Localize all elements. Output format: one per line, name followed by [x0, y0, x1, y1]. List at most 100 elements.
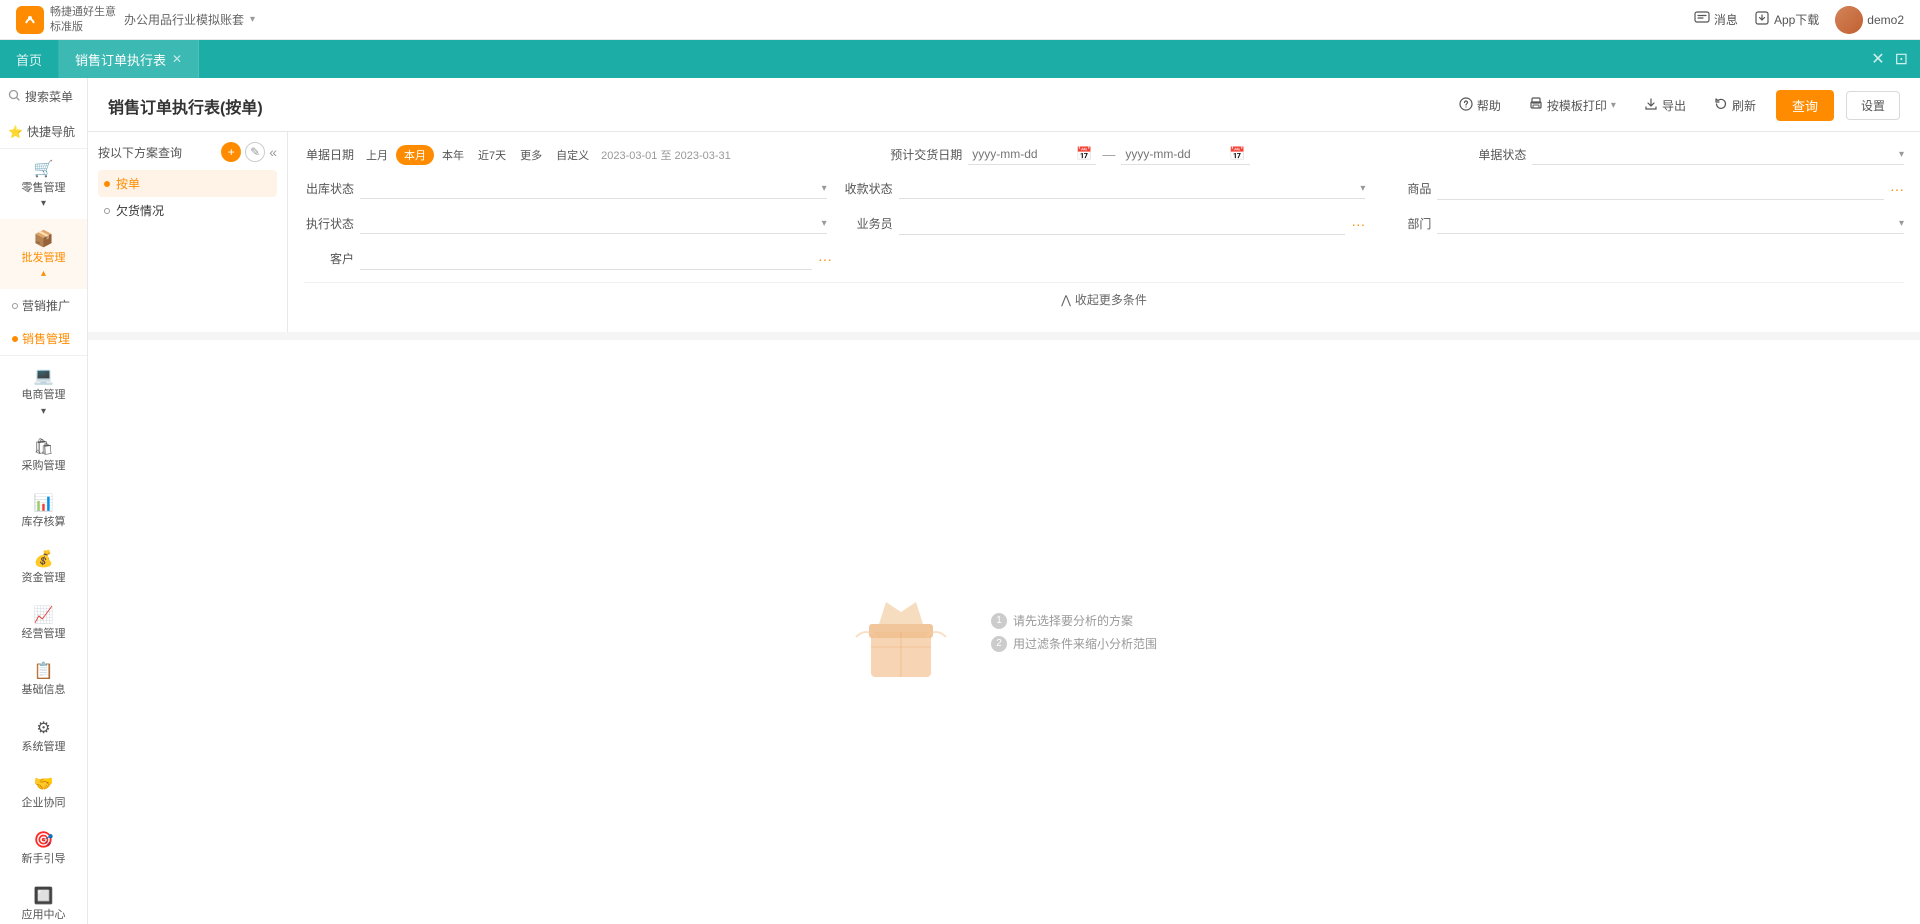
edit-scheme-btn[interactable]: ✎ — [245, 142, 265, 162]
newbie-icon: 🎯 — [34, 830, 54, 850]
goods-more-btn[interactable]: ··· — [1890, 181, 1904, 197]
collection-select[interactable]: ▾ — [899, 179, 1366, 199]
filter-panel-inner: 按以下方案查询 + ✎ « 按单 欠货情况 — [88, 132, 1920, 332]
date-tab-more[interactable]: 更多 — [514, 145, 548, 165]
date-tab-this-month[interactable]: 本月 — [396, 145, 434, 165]
date-tab-custom[interactable]: 自定义 — [550, 145, 595, 165]
print-dropdown-icon: ▾ — [1611, 100, 1616, 111]
sidebar-item-newbie[interactable]: 🎯 新手引导 — [0, 820, 87, 876]
date-tab-7days[interactable]: 近7天 — [472, 145, 512, 165]
tab-restore-icon[interactable]: ⊡ — [1891, 45, 1912, 73]
expected-date-end[interactable] — [1125, 147, 1225, 161]
salesperson-label: 业务员 — [843, 215, 893, 232]
enterprise-icon: 🤝 — [34, 774, 54, 794]
scheme-shortage-label: 欠货情况 — [116, 202, 164, 219]
main-layout: 搜索菜单 ⭐ 快捷导航 🛒 零售管理 ▾ 📦 批发管理 ▴ 营销推广 — [0, 78, 1920, 924]
salesperson-input[interactable] — [899, 212, 1346, 235]
empty-illustration — [851, 582, 951, 682]
help-icon — [1459, 97, 1473, 114]
sidebar-search-section: 搜索菜单 ⭐ 快捷导航 — [0, 78, 87, 149]
path-dropdown-icon[interactable]: ▾ — [250, 14, 255, 25]
marketing-dot — [12, 303, 18, 309]
sidebar-item-operation[interactable]: 📈 经营管理 — [0, 595, 87, 651]
query-btn[interactable]: 查询 — [1776, 90, 1834, 121]
date-calendar-icon-2[interactable]: 📅 — [1229, 146, 1245, 162]
expected-date-end-wrapper: 📅 — [1121, 144, 1249, 165]
message-btn[interactable]: 消息 — [1694, 10, 1738, 29]
tab-close-icon[interactable]: ✕ — [172, 53, 182, 65]
salesperson-more-btn[interactable]: ··· — [1351, 216, 1365, 232]
sidebar-item-basic[interactable]: 📋 基础信息 — [0, 651, 87, 707]
sales-label: 销售管理 — [22, 330, 70, 347]
sidebar-star-icon: ⭐ — [8, 125, 23, 139]
expected-date-start[interactable] — [972, 147, 1072, 161]
basic-label: 基础信息 — [22, 684, 66, 697]
sidebar-subitem-sales[interactable]: 销售管理 — [0, 322, 87, 355]
path-label: 办公用品行业模拟账套 — [124, 11, 244, 28]
filter-row-2: 出库状态 ▾ 收款状态 ▾ — [304, 177, 1904, 200]
sidebar-item-inventory[interactable]: 📊 库存核算 — [0, 483, 87, 539]
date-tab-this-year[interactable]: 本年 — [436, 145, 470, 165]
tab-close-all-icon[interactable]: ✕ — [1867, 45, 1888, 73]
filter-scheme-title: 按以下方案查询 — [98, 144, 182, 161]
refresh-label: 刷新 — [1732, 97, 1756, 114]
print-btn[interactable]: 按模板打印 ▾ — [1521, 93, 1624, 118]
header-right: 消息 App下载 demo2 — [1694, 6, 1904, 34]
refresh-btn[interactable]: 刷新 — [1706, 93, 1764, 118]
retail-label: 零售管理 — [22, 182, 66, 195]
help-btn[interactable]: 帮助 — [1451, 93, 1509, 118]
page-header: 销售订单执行表(按单) 帮助 — [88, 78, 1920, 132]
dept-select[interactable]: ▾ — [1437, 214, 1904, 234]
help-label: 帮助 — [1477, 97, 1501, 114]
customer-more-btn[interactable]: ··· — [818, 251, 832, 267]
collapse-scheme-btn[interactable]: « — [269, 144, 277, 160]
customer-input[interactable] — [360, 247, 812, 270]
sidebar-item-appstore[interactable]: 🔲 应用中心 — [0, 876, 87, 924]
tab-sales-exec[interactable]: 销售订单执行表 ✕ — [59, 40, 199, 78]
tab-home[interactable]: 首页 — [0, 40, 59, 78]
outbound-dropdown-icon: ▾ — [822, 183, 827, 194]
scheme-item-shortage[interactable]: 欠货情况 — [98, 197, 277, 224]
collection-dropdown-icon: ▾ — [1360, 183, 1365, 194]
dept-label: 部门 — [1381, 215, 1431, 232]
user-btn[interactable]: demo2 — [1835, 6, 1904, 34]
date-tab-last-month[interactable]: 上月 — [360, 145, 394, 165]
export-btn[interactable]: 导出 — [1636, 93, 1694, 118]
sidebar-item-system[interactable]: ⚙ 系统管理 — [0, 708, 87, 764]
sidebar-item-enterprise[interactable]: 🤝 企业协同 — [0, 764, 87, 820]
sidebar-item-ecommerce[interactable]: 💻 电商管理 ▾ — [0, 356, 87, 426]
sidebar-item-retail[interactable]: 🛒 零售管理 ▾ — [0, 149, 87, 219]
sidebar: 搜索菜单 ⭐ 快捷导航 🛒 零售管理 ▾ 📦 批发管理 ▴ 营销推广 — [0, 78, 88, 924]
user-label: demo2 — [1867, 13, 1904, 27]
message-icon — [1694, 10, 1710, 29]
header-path[interactable]: 办公用品行业模拟账套 ▾ — [124, 11, 255, 28]
sidebar-quick-nav[interactable]: ⭐ 快捷导航 — [0, 115, 87, 148]
print-icon — [1529, 97, 1543, 114]
add-scheme-btn[interactable]: + — [221, 142, 241, 162]
exec-status-label: 执行状态 — [304, 215, 354, 232]
sidebar-quick-nav-label: 快捷导航 — [27, 123, 75, 140]
tab-bar: 首页 销售订单执行表 ✕ ✕ ⊡ — [0, 40, 1920, 78]
status-label: 单据状态 — [1476, 146, 1526, 163]
sidebar-search[interactable]: 搜索菜单 — [0, 78, 87, 115]
collapse-up-icon: ⋀ — [1061, 293, 1071, 307]
scheme-item-by-order[interactable]: 按单 — [98, 170, 277, 197]
status-select[interactable]: ▾ — [1532, 145, 1904, 165]
sidebar-item-purchase[interactable]: 🛍 采购管理 — [0, 427, 87, 483]
sidebar-item-finance[interactable]: 💰 资金管理 — [0, 539, 87, 595]
goods-input[interactable] — [1437, 177, 1884, 200]
finance-icon: 💰 — [34, 549, 54, 569]
sidebar-subitem-marketing[interactable]: 营销推广 — [0, 289, 87, 322]
customer-label: 客户 — [304, 250, 354, 267]
outbound-select[interactable]: ▾ — [360, 179, 827, 199]
tab-home-label: 首页 — [16, 50, 42, 69]
date-calendar-icon-1[interactable]: 📅 — [1076, 146, 1092, 162]
sidebar-item-wholesale[interactable]: 📦 批发管理 ▴ — [0, 219, 87, 289]
exec-status-select[interactable]: ▾ — [360, 214, 827, 234]
expected-date-start-wrapper: 📅 — [968, 144, 1096, 165]
ecommerce-icon: 💻 — [34, 366, 54, 386]
app-download-btn[interactable]: App下载 — [1754, 10, 1819, 29]
purchase-label: 采购管理 — [22, 460, 66, 473]
settings-btn[interactable]: 设置 — [1846, 91, 1900, 120]
collapse-btn[interactable]: ⋀ 收起更多条件 — [1049, 287, 1159, 312]
